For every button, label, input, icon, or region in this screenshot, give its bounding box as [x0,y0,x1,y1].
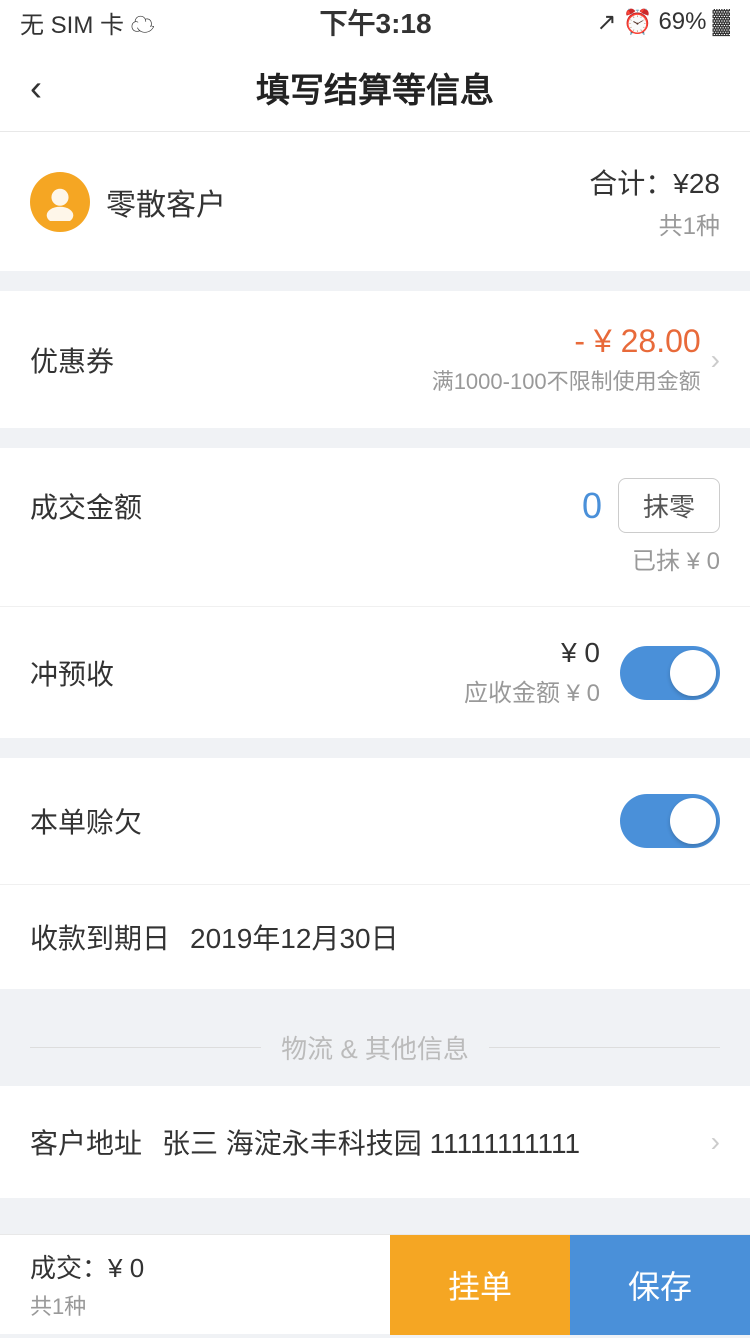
total-amount: 合计：¥28 [589,162,720,202]
prepay-receivable: 应收金额 ¥ 0 [464,673,600,708]
prepay-row: 冲预收 ¥ 0 应收金额 ¥ 0 [0,606,750,738]
page-title: 填写结算等信息 [256,63,494,112]
bottom-transaction-label: 成交： [30,1253,108,1283]
divider-line-left [30,1047,261,1048]
address-value: 张三 海淀永丰科技园 11111111111 [162,1122,711,1162]
duedate-row: 收款到期日 2019年12月30日 [0,884,750,989]
prepay-amounts: ¥ 0 应收金额 ¥ 0 [464,637,600,708]
transaction-input-area: 0 抹零 [582,478,720,533]
logistics-divider-section: 物流 & 其他信息 [0,1009,750,1086]
bottom-count: 共1种 [30,1289,360,1321]
customer-section: 零散客户 合计：¥28 共1种 [0,132,750,271]
debt-toggle[interactable] [620,794,720,848]
chevron-right-icon: › [711,344,720,376]
transaction-row: 成交金额 0 抹零 已抹 ¥ 0 [0,448,750,606]
prepay-label: 冲预收 [30,653,114,693]
address-row[interactable]: 客户地址 张三 海淀永丰科技园 11111111111 › [0,1086,750,1198]
debt-section: 本单赊欠 收款到期日 2019年12月30日 [0,758,750,989]
divider-line-right [489,1047,720,1048]
coupon-row[interactable]: 优惠券 - ¥ 28.00 满1000-100不限制使用金额 › [0,291,750,428]
coupon-section: 优惠券 - ¥ 28.00 满1000-100不限制使用金额 › [0,291,750,428]
transaction-label: 成交金额 [30,486,142,526]
customer-right: 合计：¥28 共1种 [589,162,720,241]
battery-icon: ▓ [712,8,730,36]
no-sim-text: 无 SIM 卡 ☁ [20,5,155,40]
duedate-value: 2019年12月30日 [190,917,399,957]
transaction-value[interactable]: 0 [582,485,602,527]
prepay-right: ¥ 0 应收金额 ¥ 0 [464,637,720,708]
address-section: 客户地址 张三 海淀永丰科技园 11111111111 › [0,1086,750,1198]
save-button[interactable]: 保存 [570,1235,750,1335]
debt-row: 本单赊欠 [0,758,750,884]
status-bar: 无 SIM 卡 ☁ 下午3:18 ↗ ⏰ 69% ▓ [0,0,750,44]
transaction-section: 成交金额 0 抹零 已抹 ¥ 0 冲预收 ¥ 0 应收金额 ¥ 0 [0,448,750,738]
prepay-toggle[interactable] [620,646,720,700]
nav-bar: ‹ 填写结算等信息 [0,44,750,132]
already-rounded-text: 已抹 ¥ 0 [30,541,720,576]
bottom-bar: 成交：¥ 0 共1种 挂单 保存 [0,1234,750,1334]
battery-text: 69% [658,8,706,36]
customer-left: 零散客户 [30,172,226,232]
coupon-amount: - ¥ 28.00 [432,323,701,360]
status-time: 下午3:18 [320,2,432,42]
address-chevron-icon: › [711,1126,720,1158]
hold-button[interactable]: 挂单 [390,1235,570,1335]
location-icon: ↗ [596,8,616,37]
customer-name: 零散客户 [106,180,226,224]
coupon-desc: 满1000-100不限制使用金额 [432,364,701,396]
coupon-label: 优惠券 [30,340,114,380]
bottom-transaction: 成交：¥ 0 [30,1248,360,1285]
back-button[interactable]: ‹ [30,67,42,109]
customer-row: 零散客户 合计：¥28 共1种 [0,132,750,271]
round-button[interactable]: 抹零 [618,478,720,533]
debt-label: 本单赊欠 [30,801,142,841]
duedate-label: 收款到期日 [30,917,170,957]
status-right: ↗ ⏰ 69% ▓ [596,8,730,37]
transaction-top: 成交金额 0 抹零 [30,478,720,533]
bottom-transaction-value: ¥ 0 [108,1253,144,1283]
prepay-amount: ¥ 0 [464,637,600,669]
status-left: 无 SIM 卡 ☁ [20,5,155,40]
main-content: 零散客户 合计：¥28 共1种 优惠券 - ¥ 28.00 满1000-100不… [0,132,750,1338]
address-label: 客户地址 [30,1122,142,1162]
avatar [30,172,90,232]
logistics-label: 物流 & 其他信息 [281,1029,469,1066]
coupon-right: - ¥ 28.00 满1000-100不限制使用金额 › [432,323,720,396]
alarm-icon: ⏰ [623,8,653,37]
logistics-divider: 物流 & 其他信息 [30,1029,720,1066]
bottom-summary: 成交：¥ 0 共1种 [0,1248,390,1321]
coupon-info: - ¥ 28.00 满1000-100不限制使用金额 [432,323,701,396]
total-count: 共1种 [589,206,720,241]
